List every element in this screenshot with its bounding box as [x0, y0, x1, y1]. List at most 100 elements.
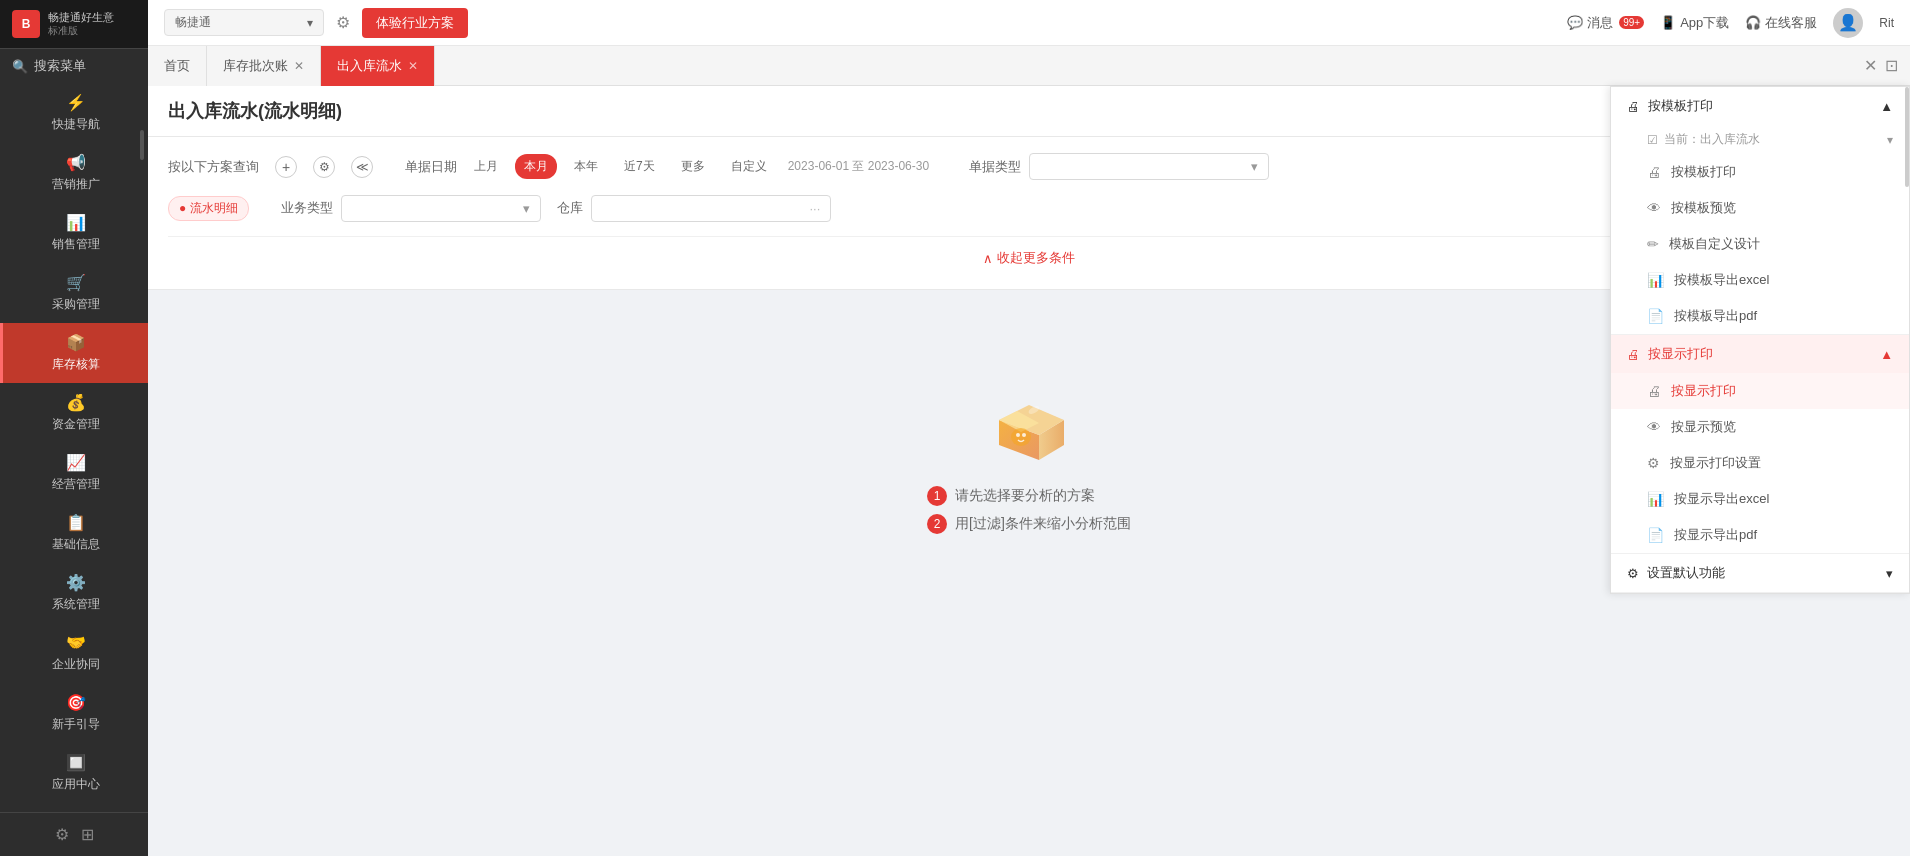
display-section: 🖨 按显示打印 ▲ 🖨 按显示打印 👁 按显示预览 ⚙ 按显示打印设置 📊 按显…: [1611, 335, 1909, 554]
settings-icon[interactable]: ⚙: [55, 825, 69, 844]
topbar-settings-icon[interactable]: ⚙: [336, 13, 350, 32]
current-label: 当前：出入库流水: [1664, 131, 1760, 148]
sidebar-label-system: 系统管理: [52, 596, 100, 613]
date-btn-this-month[interactable]: 本月: [515, 154, 557, 179]
default-section: ⚙ 设置默认功能 ▾: [1611, 554, 1909, 593]
template-excel-icon: 📊: [1647, 272, 1664, 288]
display-print-icon: 🖨: [1647, 383, 1661, 399]
tab-batch-ledger[interactable]: 库存批次账 ✕: [207, 46, 321, 86]
sidebar-label-purchase: 采购管理: [52, 296, 100, 313]
voucher-type-dropdown[interactable]: ▾: [1029, 153, 1269, 180]
sidebar-item-basic[interactable]: 📋 基础信息: [0, 503, 148, 563]
sidebar-item-marketing[interactable]: 📢 营销推广: [0, 143, 148, 203]
tabbar: 首页 库存批次账 ✕ 出入库流水 ✕ ✕ ⊡: [148, 46, 1910, 86]
dropdown-item-template-excel[interactable]: 📊 按模板导出excel: [1611, 262, 1909, 298]
date-btn-this-year[interactable]: 本年: [565, 154, 607, 179]
current-label-icon: ☑: [1647, 133, 1658, 147]
sidebar-item-cooperation[interactable]: 🤝 企业协同: [0, 623, 148, 683]
step-1-text: 请先选择要分析的方案: [955, 487, 1095, 505]
template-section-chevron: ▲: [1880, 99, 1893, 114]
sidebar-item-finance[interactable]: 💰 资金管理: [0, 383, 148, 443]
empty-step-2: 2 用[过滤]条件来缩小分析范围: [927, 514, 1131, 534]
tab-maximize-icon[interactable]: ⊡: [1885, 56, 1898, 75]
app-version: 标准版: [48, 24, 114, 38]
dropdown-item-template-preview[interactable]: 👁 按模板预览: [1611, 190, 1909, 226]
dropdown-item-template-pdf[interactable]: 📄 按模板导出pdf: [1611, 298, 1909, 334]
dropdown-item-display-settings[interactable]: ⚙ 按显示打印设置: [1611, 445, 1909, 481]
template-preview-icon: 👁: [1647, 200, 1661, 216]
sidebar-icon-marketing: 📢: [66, 153, 86, 172]
display-settings-icon: ⚙: [1647, 455, 1660, 471]
collapse-sidebar-icon[interactable]: ⊞: [81, 825, 94, 844]
username[interactable]: Rit: [1879, 16, 1894, 30]
filter-add-btn[interactable]: +: [275, 156, 297, 178]
user-avatar[interactable]: 👤: [1833, 8, 1863, 38]
dropdown-item-display-pdf[interactable]: 📄 按显示导出pdf: [1611, 517, 1909, 553]
date-btn-custom[interactable]: 自定义: [722, 154, 776, 179]
active-filter-tag[interactable]: ● 流水明细: [168, 196, 249, 221]
filter-settings-btn[interactable]: ⚙: [313, 156, 335, 178]
sidebar-item-inventory[interactable]: 📦 库存核算: [0, 323, 148, 383]
template-section-header[interactable]: 🖨 按模板打印 ▲: [1611, 87, 1909, 125]
sidebar-item-quick-nav[interactable]: ⚡ 快捷导航: [0, 83, 148, 143]
biz-type-chevron: ▾: [523, 201, 530, 216]
warehouse-group: 仓库 ···: [557, 195, 831, 222]
display-pdf-icon: 📄: [1647, 527, 1664, 543]
online-service-label: 在线客服: [1765, 14, 1817, 32]
dropdown-scrollbar: [1905, 87, 1909, 593]
app-download-action[interactable]: 📱 App下载: [1660, 14, 1729, 32]
display-section-header[interactable]: 🖨 按显示打印 ▲: [1611, 335, 1909, 373]
breadcrumb-input[interactable]: 畅捷通 ▾: [164, 9, 324, 36]
dropdown-item-template-print[interactable]: 🖨 按模板打印: [1611, 154, 1909, 190]
app-download-label: App下载: [1680, 14, 1729, 32]
sidebar-item-wechat[interactable]: 💬 企业微信: [0, 803, 148, 812]
date-btn-7days[interactable]: 近7天: [615, 154, 664, 179]
date-filter-group: 单据日期 上月 本月 本年 近7天 更多 自定义 2023-06-01 至 20…: [405, 154, 929, 179]
message-action[interactable]: 💬 消息 99+: [1567, 14, 1644, 32]
date-btn-last-month[interactable]: 上月: [465, 154, 507, 179]
default-section-header[interactable]: ⚙ 设置默认功能 ▾: [1611, 554, 1909, 592]
sidebar-item-operation[interactable]: 📈 经营管理: [0, 443, 148, 503]
template-preview-label: 按模板预览: [1671, 199, 1736, 217]
online-service-action[interactable]: 🎧 在线客服: [1745, 14, 1817, 32]
dropdown-item-display-print[interactable]: 🖨 按显示打印: [1611, 373, 1909, 409]
dropdown-item-display-preview[interactable]: 👁 按显示预览: [1611, 409, 1909, 445]
sidebar-item-sales[interactable]: 📊 销售管理: [0, 203, 148, 263]
tab-close-all-icon[interactable]: ✕: [1864, 56, 1877, 75]
sidebar-icon-operation: 📈: [66, 453, 86, 472]
collapse-icon: ∧: [983, 251, 993, 266]
sidebar-icon-quick-nav: ⚡: [66, 93, 86, 112]
empty-step-1: 1 请先选择要分析的方案: [927, 486, 1131, 506]
filter-collapse-btn[interactable]: ≪: [351, 156, 373, 178]
sidebar-item-apps[interactable]: 🔲 应用中心: [0, 743, 148, 803]
date-range-display: 2023-06-01 至 2023-06-30: [788, 158, 929, 175]
tab-flow-detail-close[interactable]: ✕: [408, 59, 418, 73]
sidebar-label-inventory: 库存核算: [52, 356, 100, 373]
app-name-block: 畅捷通好生意 标准版: [48, 10, 114, 38]
tab-batch-ledger-label: 库存批次账: [223, 57, 288, 75]
date-btn-more[interactable]: 更多: [672, 154, 714, 179]
sidebar-item-purchase[interactable]: 🛒 采购管理: [0, 263, 148, 323]
sidebar-bottom: ⚙ ⊞: [0, 812, 148, 856]
dropdown-item-display-excel[interactable]: 📊 按显示导出excel: [1611, 481, 1909, 517]
biz-type-group: 业务类型 ▾: [281, 195, 541, 222]
display-section-label: 按显示打印: [1648, 345, 1880, 363]
warehouse-input[interactable]: ···: [591, 195, 831, 222]
trial-btn[interactable]: 体验行业方案: [362, 8, 468, 38]
biz-type-label: 业务类型: [281, 199, 333, 217]
sidebar-logo[interactable]: B 畅捷通好生意 标准版: [0, 0, 148, 49]
biz-type-dropdown[interactable]: ▾: [341, 195, 541, 222]
message-label: 消息: [1587, 14, 1613, 32]
sidebar-item-system[interactable]: ⚙️ 系统管理: [0, 563, 148, 623]
tab-home[interactable]: 首页: [148, 46, 207, 86]
sidebar-search[interactable]: 🔍 搜索菜单: [0, 49, 148, 83]
sidebar-scrollbar-thumb: [140, 130, 144, 160]
message-icon: 💬: [1567, 15, 1583, 30]
filter-tag-icon: ●: [179, 201, 186, 215]
dropdown-item-template-design[interactable]: ✏ 模板自定义设计: [1611, 226, 1909, 262]
sidebar-item-guide[interactable]: 🎯 新手引导: [0, 683, 148, 743]
display-pdf-label: 按显示导出pdf: [1674, 526, 1757, 544]
step-num-2: 2: [927, 514, 947, 534]
tab-batch-ledger-close[interactable]: ✕: [294, 59, 304, 73]
tab-flow-detail[interactable]: 出入库流水 ✕: [321, 46, 435, 86]
